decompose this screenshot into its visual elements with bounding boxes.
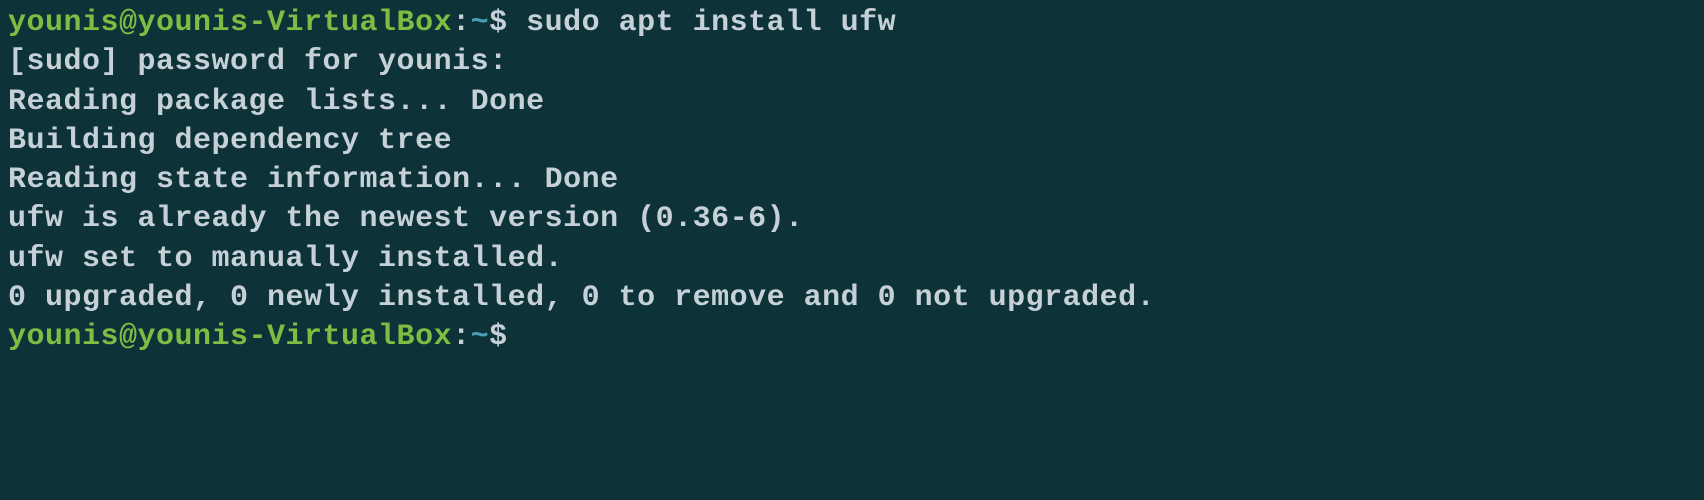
prompt-user-host: younis@younis-VirtualBox [8,6,452,40]
terminal-line-prompt-2[interactable]: younis@younis-VirtualBox:~$ [8,318,1696,357]
prompt-path: ~ [471,6,490,40]
prompt-separator: : [452,6,471,40]
output-line: 0 upgraded, 0 newly installed, 0 to remo… [8,279,1696,318]
output-line: ufw set to manually installed. [8,240,1696,279]
prompt-separator: : [452,320,471,354]
terminal-line-prompt-1[interactable]: younis@younis-VirtualBox:~$ sudo apt ins… [8,4,1696,43]
output-line: ufw is already the newest version (0.36-… [8,200,1696,239]
output-line: Building dependency tree [8,122,1696,161]
output-line: Reading state information... Done [8,161,1696,200]
prompt-dollar: $ [489,6,508,40]
output-line: Reading package lists... Done [8,83,1696,122]
command-text: sudo apt install ufw [508,6,897,40]
prompt-dollar: $ [489,320,508,354]
prompt-path: ~ [471,320,490,354]
output-line: [sudo] password for younis: [8,43,1696,82]
prompt-user-host: younis@younis-VirtualBox [8,320,452,354]
